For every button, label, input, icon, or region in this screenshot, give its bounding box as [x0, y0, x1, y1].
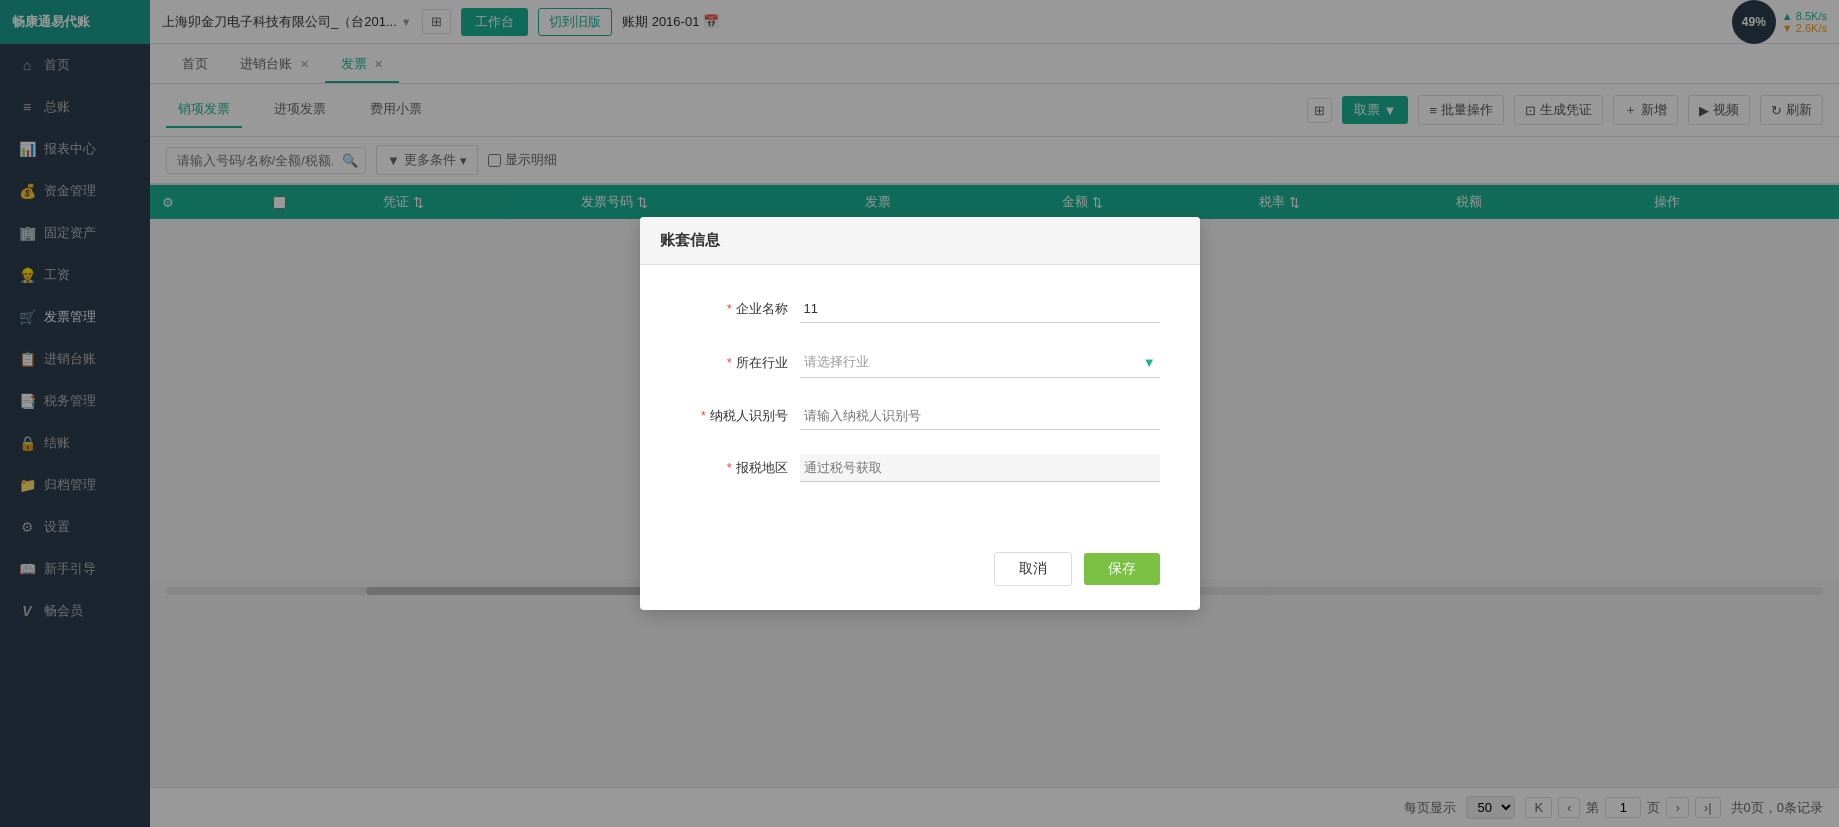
company-name-label: * 企业名称 — [680, 300, 800, 318]
industry-chevron-icon: ▼ — [1143, 355, 1156, 370]
industry-select[interactable]: 请选择行业 ▼ — [800, 347, 1160, 378]
tax-id-label: * 纳税人识别号 — [680, 407, 800, 425]
industry-label: * 所在行业 — [680, 354, 800, 372]
tax-region-input — [800, 454, 1160, 482]
form-row-industry: * 所在行业 请选择行业 ▼ — [680, 347, 1160, 378]
tax-region-label: * 报税地区 — [680, 459, 800, 477]
modal-footer: 取消 保存 — [640, 536, 1200, 610]
cancel-button[interactable]: 取消 — [994, 552, 1072, 586]
account-info-modal: 账套信息 * 企业名称 * 所在行业 请选择行业 ▼ — [640, 217, 1200, 610]
company-name-input[interactable] — [800, 295, 1160, 323]
tax-id-input[interactable] — [800, 402, 1160, 430]
modal-overlay: 账套信息 * 企业名称 * 所在行业 请选择行业 ▼ — [0, 0, 1839, 827]
required-star: * — [727, 301, 732, 316]
save-button[interactable]: 保存 — [1084, 553, 1160, 585]
modal-title: 账套信息 — [640, 217, 1200, 265]
modal-body: * 企业名称 * 所在行业 请选择行业 ▼ * — [640, 265, 1200, 536]
form-row-tax-id: * 纳税人识别号 — [680, 402, 1160, 430]
form-row-tax-region: * 报税地区 — [680, 454, 1160, 482]
form-row-company-name: * 企业名称 — [680, 295, 1160, 323]
